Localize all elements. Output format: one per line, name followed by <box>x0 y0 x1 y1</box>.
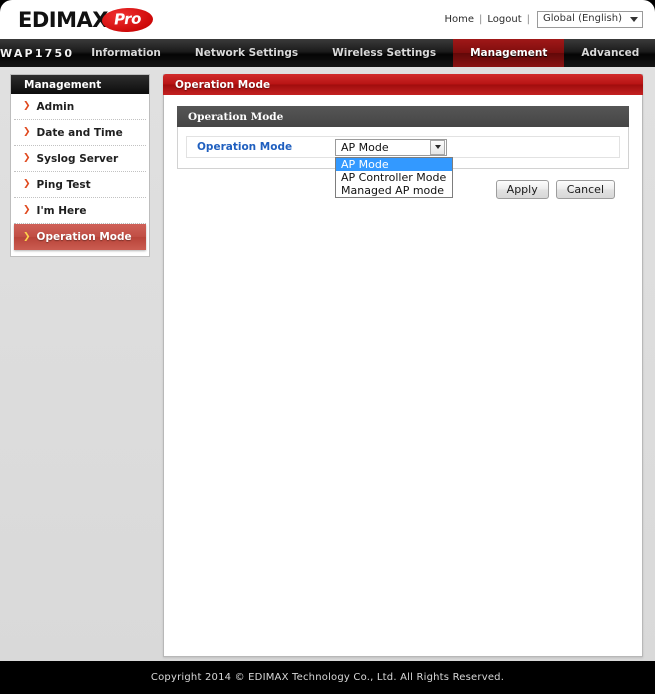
header-separator-2: | <box>526 14 530 25</box>
sidebar-item-label: Date and Time <box>36 126 123 139</box>
language-selector[interactable]: Global (English) <box>537 11 643 28</box>
operation-mode-form: Operation Mode AP Mode AP Mode AP Contro… <box>177 127 629 198</box>
chevron-right-icon: ❯ <box>23 101 31 111</box>
nav-item-list: Information Network Settings Wireless Se… <box>74 39 655 67</box>
sidebar-item-ping-test[interactable]: ❯ Ping Test <box>14 172 146 198</box>
chevron-right-icon: ❯ <box>23 231 31 242</box>
header-links: Home | Logout | Global (English) <box>440 11 643 28</box>
nav-item-advanced[interactable]: Advanced <box>564 39 655 67</box>
operation-mode-select[interactable]: AP Mode <box>335 138 447 156</box>
sidebar: Management ❯ Admin ❯ Date and Time ❯ Sys… <box>10 74 150 257</box>
apply-button[interactable]: Apply <box>495 180 549 199</box>
language-selector-value: Global (English) <box>543 13 622 24</box>
nav-item-management[interactable]: Management <box>453 39 565 67</box>
device-model-label: WAP1750 <box>0 46 75 60</box>
sidebar-item-syslog-server[interactable]: ❯ Syslog Server <box>14 146 146 172</box>
site-header: EDIMAX Pro Home | Logout | Global (Engli… <box>0 0 655 39</box>
copyright-text: Copyright 2014 © EDIMAX Technology Co., … <box>150 672 505 683</box>
content-panel: Operation Mode Operation Mode Operation … <box>163 74 643 657</box>
browser-page: EDIMAX Pro Home | Logout | Global (Engli… <box>0 0 655 694</box>
select-dropdown-button[interactable] <box>430 139 445 155</box>
brand-pro-label: Pro <box>113 9 142 29</box>
sidebar-item-date-and-time[interactable]: ❯ Date and Time <box>14 120 146 146</box>
main-navigation: WAP1750 Information Network Settings Wir… <box>0 39 655 67</box>
brand-pro-badge-icon: Pro <box>101 7 154 33</box>
sidebar-item-admin[interactable]: ❯ Admin <box>14 94 146 120</box>
page-body: Management ❯ Admin ❯ Date and Time ❯ Sys… <box>0 67 655 661</box>
brand-wordmark: EDIMAX <box>18 7 108 32</box>
operation-mode-select-wrapper: AP Mode AP Mode AP Controller Mode Manag… <box>335 138 453 198</box>
sidebar-title: Management <box>11 75 149 94</box>
chevron-right-icon: ❯ <box>23 153 31 163</box>
chevron-down-icon <box>630 16 638 22</box>
sidebar-item-label: Ping Test <box>36 178 91 191</box>
operation-mode-field-label: Operation Mode <box>197 141 293 153</box>
chevron-right-icon: ❯ <box>23 179 31 189</box>
chevron-right-icon: ❯ <box>23 127 31 137</box>
page-title: Operation Mode <box>163 74 643 95</box>
operation-mode-option-list[interactable]: AP Mode AP Controller Mode Managed AP mo… <box>335 156 453 198</box>
option-managed-ap-mode[interactable]: Managed AP mode <box>336 184 452 197</box>
chevron-right-icon: ❯ <box>23 205 31 215</box>
option-ap-controller-mode[interactable]: AP Controller Mode <box>336 171 452 184</box>
sidebar-item-label: Syslog Server <box>36 152 119 165</box>
logout-link[interactable]: Logout <box>483 14 525 25</box>
home-link[interactable]: Home <box>440 14 478 25</box>
site-footer: Copyright 2014 © EDIMAX Technology Co., … <box>0 661 655 694</box>
option-ap-mode[interactable]: AP Mode <box>336 157 452 171</box>
cancel-button[interactable]: Cancel <box>555 180 615 199</box>
nav-item-information[interactable]: Information <box>74 39 178 67</box>
section-title: Operation Mode <box>177 106 629 127</box>
sidebar-item-label: Operation Mode <box>36 231 132 243</box>
nav-item-network-settings[interactable]: Network Settings <box>178 39 315 67</box>
sidebar-item-label: Admin <box>36 100 75 113</box>
nav-item-wireless-settings[interactable]: Wireless Settings <box>315 39 453 67</box>
caret-down-icon <box>434 145 441 149</box>
operation-mode-row: Operation Mode AP Mode AP Mode AP Contro… <box>186 136 620 198</box>
operation-mode-section: Operation Mode Operation Mode AP Mode AP… <box>164 95 642 199</box>
edimax-pro-logo: EDIMAX Pro <box>18 7 154 33</box>
sidebar-item-operation-mode[interactable]: ❯ Operation Mode <box>14 224 146 250</box>
sidebar-item-label: I'm Here <box>36 204 87 217</box>
operation-mode-select-value: AP Mode <box>341 140 389 154</box>
sidebar-item-im-here[interactable]: ❯ I'm Here <box>14 198 146 224</box>
